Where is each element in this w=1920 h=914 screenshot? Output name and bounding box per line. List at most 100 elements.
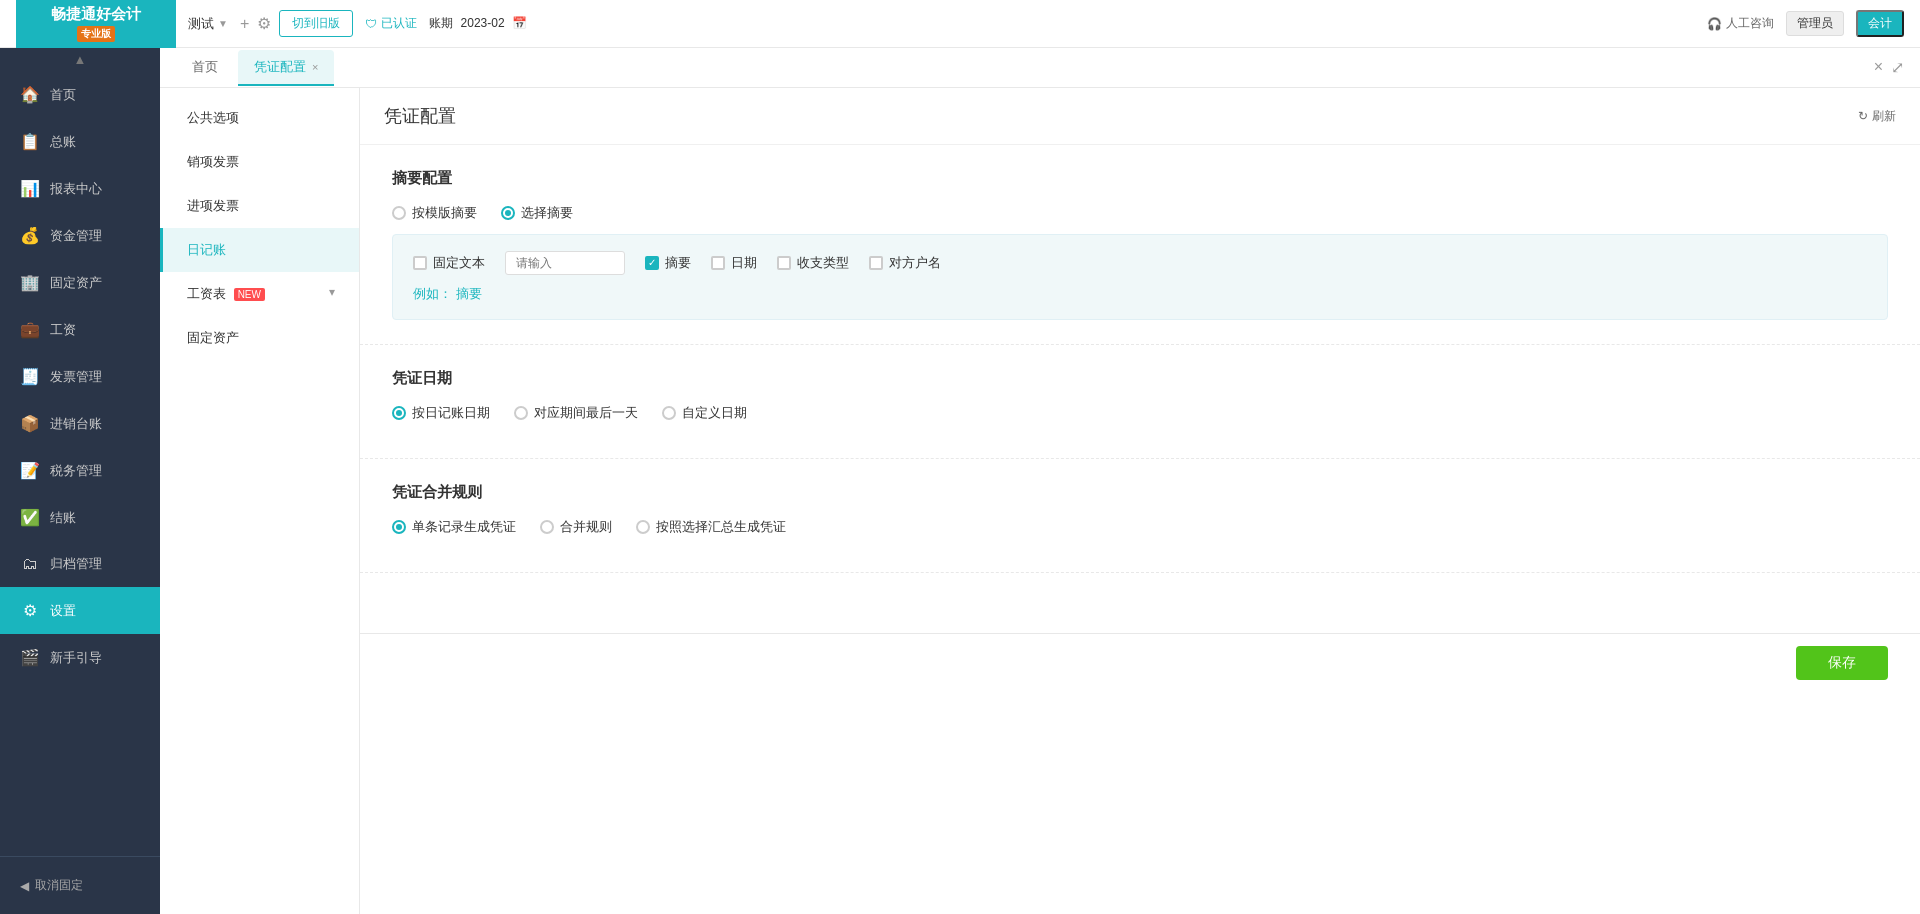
consult-button[interactable]: 🎧 人工咨询 — [1707, 15, 1774, 32]
summary-radio-select[interactable]: 选择摘要 — [501, 204, 573, 222]
sidebar-item-label: 新手引导 — [50, 649, 102, 667]
settings-icon: ⚙ — [20, 601, 40, 620]
sidebar-item-fund[interactable]: 💰 资金管理 — [0, 212, 160, 259]
sidebar-item-ledger[interactable]: 📋 总账 — [0, 118, 160, 165]
checkbox-counterpart-label: 对方户名 — [889, 254, 941, 272]
example-value: 摘要 — [456, 286, 482, 301]
sidebar-scroll-up[interactable]: ▲ — [0, 48, 160, 71]
fund-icon: 💰 — [20, 226, 40, 245]
cancel-pin-label: 取消固定 — [35, 877, 83, 894]
config-menu-item-sales[interactable]: 销项发票 — [160, 140, 359, 184]
invoice-icon: 🧾 — [20, 367, 40, 386]
period-info: 账期 2023-02 📅 — [429, 15, 527, 32]
tab-voucher-config[interactable]: 凭证配置 × — [238, 50, 334, 86]
checkbox-summary[interactable]: 摘要 — [645, 254, 691, 272]
sidebar-item-label: 首页 — [50, 86, 76, 104]
merge-radio-single-label: 单条记录生成凭证 — [412, 518, 516, 536]
accountant-button[interactable]: 会计 — [1856, 10, 1904, 37]
switch-old-version-button[interactable]: 切到旧版 — [279, 10, 353, 37]
tab-voucher-config-label: 凭证配置 — [254, 58, 306, 76]
expand-window-button[interactable]: ⤢ — [1891, 58, 1904, 77]
sidebar-item-home[interactable]: 🏠 首页 — [0, 71, 160, 118]
manager-button[interactable]: 管理员 — [1786, 11, 1844, 36]
fixed-text-input[interactable] — [505, 251, 625, 275]
config-menu-item-journal[interactable]: 日记账 — [160, 228, 359, 272]
date-radio-custom-label: 自定义日期 — [682, 404, 747, 422]
sidebar-item-report[interactable]: 📊 报表中心 — [0, 165, 160, 212]
checkbox-income-type[interactable]: 收支类型 — [777, 254, 849, 272]
config-menu-item-payroll_table[interactable]: 工资表 NEW ▾ — [160, 272, 359, 316]
summary-radio-select-label: 选择摘要 — [521, 204, 573, 222]
company-selector[interactable]: 测试 ▼ — [188, 15, 228, 33]
sidebar-item-label: 设置 — [50, 602, 76, 620]
add-icon[interactable]: + — [240, 15, 249, 33]
refresh-label: 刷新 — [1872, 108, 1896, 125]
date-radio-custom[interactable]: 自定义日期 — [662, 404, 747, 422]
merge-radio-select-merge-circle — [636, 520, 650, 534]
content-area: 公共选项销项发票进项发票日记账工资表 NEW ▾固定资产 凭证配置 ↻ 刷新 摘… — [160, 88, 1920, 914]
checkbox-income-type-label: 收支类型 — [797, 254, 849, 272]
logo: 畅捷通好会计 专业版 — [16, 0, 176, 48]
sidebar-item-archive[interactable]: 🗂 归档管理 — [0, 541, 160, 587]
calendar-icon[interactable]: 📅 — [512, 16, 527, 30]
certified-badge: 🛡 已认证 — [365, 15, 417, 32]
sidebar-item-invoice[interactable]: 🧾 发票管理 — [0, 353, 160, 400]
checkbox-summary-box — [645, 256, 659, 270]
checkbox-counterpart-box — [869, 256, 883, 270]
tab-home-label: 首页 — [192, 58, 218, 76]
date-title: 凭证日期 — [392, 369, 1888, 388]
config-menu-item-public[interactable]: 公共选项 — [160, 96, 359, 140]
checkbox-fixed-text-box — [413, 256, 427, 270]
sidebar-item-asset[interactable]: 🏢 固定资产 — [0, 259, 160, 306]
sidebar-item-label: 报表中心 — [50, 180, 102, 198]
sidebar: ▲ 🏠 首页 📋 总账 📊 报表中心 💰 资金管理 🏢 固定资产 💼 工资 🧾 … — [0, 48, 160, 914]
payroll-icon: 💼 — [20, 320, 40, 339]
tabbar: 首页 凭证配置 × × ⤢ — [160, 48, 1920, 88]
summary-radio-template[interactable]: 按模版摘要 — [392, 204, 477, 222]
checkbox-counterpart[interactable]: 对方户名 — [869, 254, 941, 272]
config-menu: 公共选项销项发票进项发票日记账工资表 NEW ▾固定资产 — [160, 88, 360, 914]
merge-radio-single[interactable]: 单条记录生成凭证 — [392, 518, 516, 536]
checkbox-summary-label: 摘要 — [665, 254, 691, 272]
merge-radio-rules[interactable]: 合并规则 — [540, 518, 612, 536]
checkbox-fixed-text-label: 固定文本 — [433, 254, 485, 272]
tabbar-controls: × ⤢ — [1874, 58, 1904, 77]
date-radio-journal-label: 按日记账日期 — [412, 404, 490, 422]
topbar-actions: + ⚙ 切到旧版 — [240, 10, 353, 37]
topbar-right: 🎧 人工咨询 管理员 会计 — [1707, 10, 1904, 37]
sidebar-item-guide[interactable]: 🎬 新手引导 — [0, 634, 160, 681]
sidebar-item-trade[interactable]: 📦 进销台账 — [0, 400, 160, 447]
merge-radio-select-merge[interactable]: 按照选择汇总生成凭证 — [636, 518, 786, 536]
panel-header: 凭证配置 ↻ 刷新 — [360, 88, 1920, 145]
sidebar-item-tax[interactable]: 📝 税务管理 — [0, 447, 160, 494]
ledger-icon: 📋 — [20, 132, 40, 151]
sidebar-item-label: 税务管理 — [50, 462, 102, 480]
pin-icon: ◀ — [20, 879, 29, 893]
cancel-pin-button[interactable]: ◀ 取消固定 — [0, 867, 160, 904]
trade-icon: 📦 — [20, 414, 40, 433]
summary-section: 摘要配置 按模版摘要 选择摘要 — [360, 145, 1920, 345]
checkbox-fixed-text[interactable]: 固定文本 — [413, 254, 485, 272]
checkbox-date[interactable]: 日期 — [711, 254, 757, 272]
date-radio-journal[interactable]: 按日记账日期 — [392, 404, 490, 422]
sidebar-item-payroll[interactable]: 💼 工资 — [0, 306, 160, 353]
date-radio-period-last[interactable]: 对应期间最后一天 — [514, 404, 638, 422]
sidebar-item-settle[interactable]: ✅ 结账 — [0, 494, 160, 541]
close-window-button[interactable]: × — [1874, 58, 1883, 77]
refresh-button[interactable]: ↻ 刷新 — [1858, 108, 1896, 125]
merge-title: 凭证合并规则 — [392, 483, 1888, 502]
save-button[interactable]: 保存 — [1796, 646, 1888, 680]
config-menu-item-fixed_asset[interactable]: 固定资产 — [160, 316, 359, 360]
merge-radio-select-merge-label: 按照选择汇总生成凭证 — [656, 518, 786, 536]
merge-radio-rules-circle — [540, 520, 554, 534]
summary-options-row: 固定文本 摘要 日期 — [413, 251, 1867, 275]
sidebar-item-settings[interactable]: ⚙ 设置 — [0, 587, 160, 634]
settings-icon[interactable]: ⚙ — [257, 14, 271, 33]
config-menu-item-purchase[interactable]: 进项发票 — [160, 184, 359, 228]
tab-home[interactable]: 首页 — [176, 50, 234, 86]
refresh-icon: ↻ — [1858, 109, 1868, 123]
summary-options-box: 固定文本 摘要 日期 — [392, 234, 1888, 320]
tab-close-icon[interactable]: × — [312, 61, 318, 73]
sidebar-item-label: 结账 — [50, 509, 76, 527]
merge-radio-rules-label: 合并规则 — [560, 518, 612, 536]
